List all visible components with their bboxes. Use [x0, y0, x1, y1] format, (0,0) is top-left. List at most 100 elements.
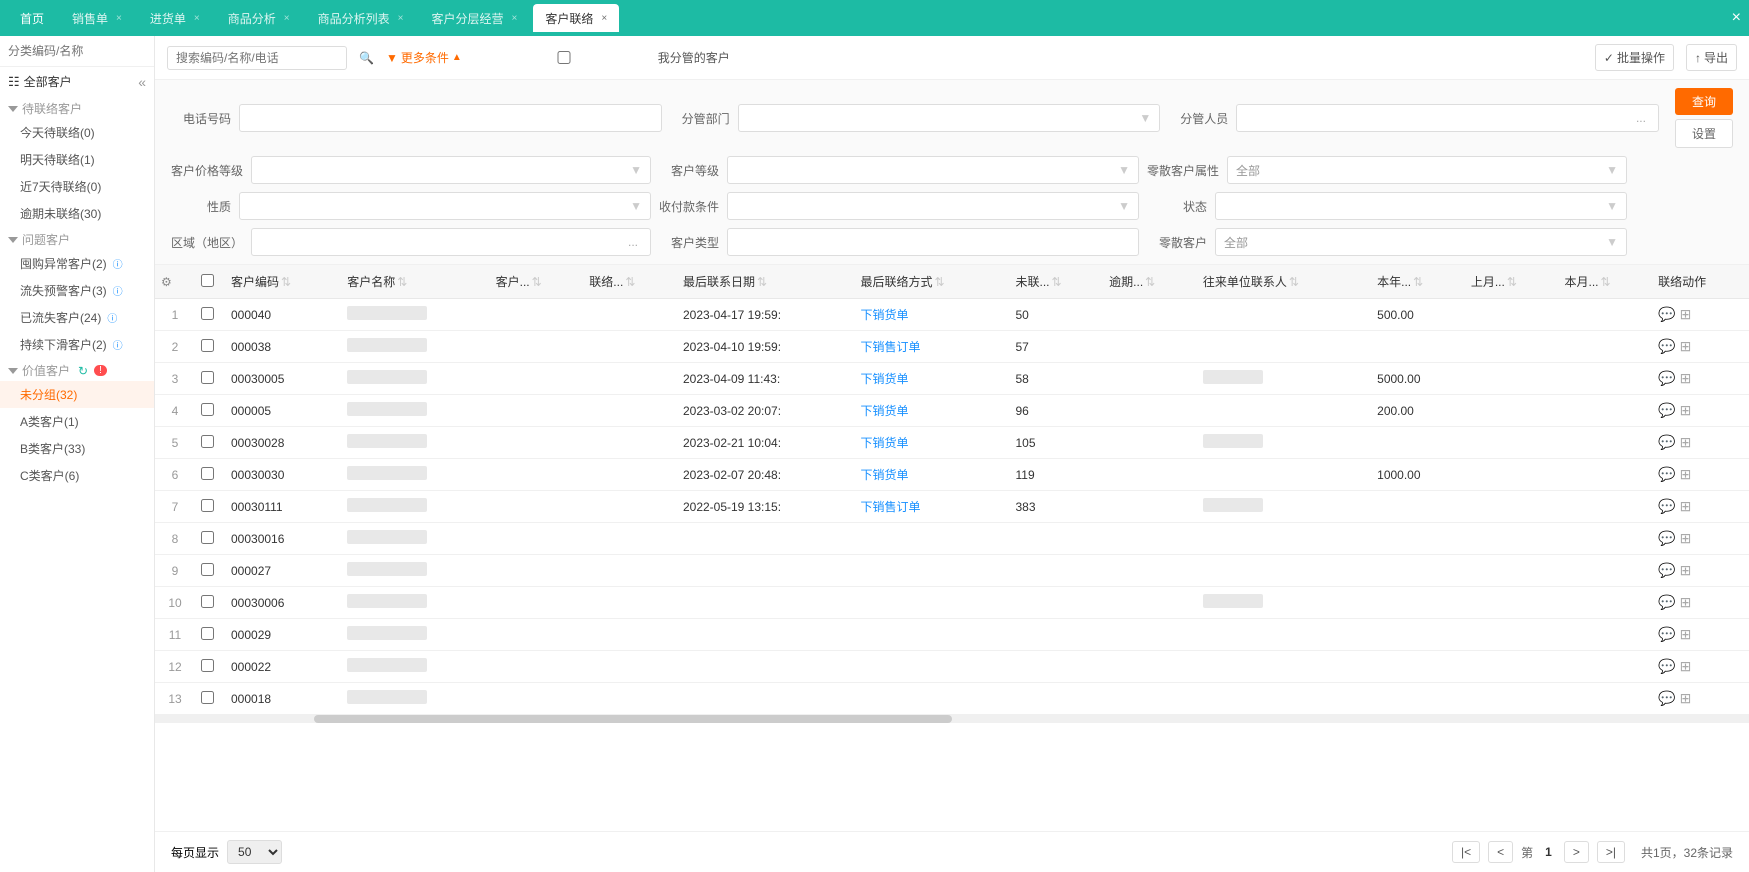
chat-icon[interactable]: 💬	[1658, 498, 1675, 515]
price-level-input[interactable]: ▼	[251, 156, 651, 184]
tab-customer-contact-close[interactable]: ×	[601, 13, 607, 24]
chat-icon[interactable]: 💬	[1658, 402, 1675, 419]
col-type-sort-icon[interactable]: ⇅	[532, 275, 542, 289]
dept-input[interactable]: ▼	[738, 104, 1161, 132]
cell-last-method[interactable]: 下销货单	[855, 395, 1010, 427]
cell-last-method[interactable]	[855, 619, 1010, 651]
tab-purchase[interactable]: 进货单 ×	[138, 4, 212, 32]
cell-last-method[interactable]	[855, 555, 1010, 587]
first-page-button[interactable]: |<	[1452, 841, 1480, 863]
sidebar-group-problem[interactable]: 问题客户	[0, 227, 154, 250]
scatter-attr-input[interactable]: 全部 ▼	[1227, 156, 1627, 184]
region-input[interactable]: ...	[251, 228, 651, 256]
sidebar-item-tomorrow-pending[interactable]: 明天待联络(1)	[0, 146, 154, 173]
sidebar-item-churned[interactable]: 已流失客户(24) ⓘ	[0, 304, 154, 331]
manager-ellipsis-btn[interactable]: ...	[1632, 111, 1650, 125]
col-not-contacted-sort-icon[interactable]: ⇅	[1052, 275, 1062, 289]
tab-customer-tier-close[interactable]: ×	[511, 13, 517, 24]
nature-input[interactable]: ▼	[239, 192, 651, 220]
sidebar-item-overdue-pending[interactable]: 逾期未联络(30)	[0, 200, 154, 227]
prev-page-button[interactable]: <	[1488, 841, 1513, 863]
sidebar-item-a-class[interactable]: A类客户(1)	[0, 408, 154, 435]
my-customers-checkbox[interactable]: 我分管的客户	[474, 49, 730, 66]
table-settings-icon[interactable]: ⚙	[161, 275, 172, 289]
chat-icon[interactable]: 💬	[1658, 530, 1675, 547]
customer-level-input[interactable]: ▼	[727, 156, 1139, 184]
row-checkbox[interactable]	[201, 467, 214, 480]
grid-action-icon[interactable]: ⊞	[1680, 626, 1692, 643]
row-checkbox[interactable]	[201, 339, 214, 352]
grid-action-icon[interactable]: ⊞	[1680, 434, 1692, 451]
tab-sales-close[interactable]: ×	[116, 13, 122, 24]
col-code-sort-icon[interactable]: ⇅	[281, 275, 291, 289]
grid-action-icon[interactable]: ⊞	[1680, 530, 1692, 547]
sidebar-group-pending[interactable]: 待联络客户	[0, 96, 154, 119]
cell-last-method[interactable]	[855, 523, 1010, 555]
sidebar-group-value[interactable]: 价值客户 ↻ !	[0, 358, 154, 381]
grid-action-icon[interactable]: ⊞	[1680, 690, 1692, 707]
tab-analysis-list-close[interactable]: ×	[398, 13, 404, 24]
tab-purchase-close[interactable]: ×	[194, 13, 200, 24]
sidebar-item-today-pending[interactable]: 今天待联络(0)	[0, 119, 154, 146]
tab-sales[interactable]: 销售单 ×	[60, 4, 134, 32]
chat-icon[interactable]: 💬	[1658, 466, 1675, 483]
grid-action-icon[interactable]: ⊞	[1680, 562, 1692, 579]
tab-customer-contact[interactable]: 客户联络 ×	[533, 4, 619, 32]
grid-action-icon[interactable]: ⊞	[1680, 370, 1692, 387]
col-name-sort-icon[interactable]: ⇅	[397, 275, 407, 289]
next-page-button[interactable]: >	[1564, 841, 1589, 863]
select-all-checkbox[interactable]	[201, 274, 214, 287]
col-this-month-sort-icon[interactable]: ⇅	[1601, 275, 1611, 289]
grid-action-icon[interactable]: ⊞	[1680, 338, 1692, 355]
chat-icon[interactable]: 💬	[1658, 338, 1675, 355]
more-conditions-button[interactable]: ▼ 更多条件 ▲	[386, 49, 462, 66]
col-contact-sort-icon[interactable]: ⇅	[625, 275, 635, 289]
row-checkbox[interactable]	[201, 307, 214, 320]
sidebar-item-abnormal[interactable]: 囤购异常客户(2) ⓘ	[0, 250, 154, 277]
cell-last-method[interactable]	[855, 587, 1010, 619]
sidebar-item-declining[interactable]: 持续下滑客户(2) ⓘ	[0, 331, 154, 358]
window-close-button[interactable]: ×	[1732, 9, 1741, 27]
scatter-customer-input[interactable]: 全部 ▼	[1215, 228, 1627, 256]
tab-analysis-list[interactable]: 商品分析列表 ×	[306, 4, 416, 32]
payment-input[interactable]: ▼	[727, 192, 1139, 220]
row-checkbox[interactable]	[201, 371, 214, 384]
col-last-date-sort-icon[interactable]: ⇅	[757, 275, 767, 289]
tab-analysis-close[interactable]: ×	[284, 13, 290, 24]
col-this-year-sort-icon[interactable]: ⇅	[1413, 275, 1423, 289]
value-refresh-icon[interactable]: ↻	[78, 364, 88, 378]
chat-icon[interactable]: 💬	[1658, 370, 1675, 387]
row-checkbox[interactable]	[201, 435, 214, 448]
manager-input[interactable]: ...	[1236, 104, 1659, 132]
cell-last-method[interactable]: 下销货单	[855, 459, 1010, 491]
cell-last-method[interactable]: 下销售订单	[855, 491, 1010, 523]
cell-last-method[interactable]: 下销售订单	[855, 331, 1010, 363]
chat-icon[interactable]: 💬	[1658, 626, 1675, 643]
reset-button[interactable]: 设置	[1675, 119, 1733, 148]
export-button[interactable]: ↑ 导出	[1686, 44, 1737, 71]
page-size-select[interactable]: 50 100	[227, 840, 282, 864]
grid-action-icon[interactable]: ⊞	[1680, 306, 1692, 323]
sidebar-search-input[interactable]	[8, 44, 155, 58]
row-checkbox[interactable]	[201, 499, 214, 512]
scrollbar-thumb[interactable]	[314, 715, 952, 723]
row-checkbox[interactable]	[201, 595, 214, 608]
grid-action-icon[interactable]: ⊞	[1680, 466, 1692, 483]
customer-type-input[interactable]	[727, 228, 1139, 256]
tab-home[interactable]: 首页	[8, 4, 56, 32]
sidebar-item-b-class[interactable]: B类客户(33)	[0, 435, 154, 462]
chat-icon[interactable]: 💬	[1658, 594, 1675, 611]
batch-operation-button[interactable]: ✓ 批量操作	[1595, 44, 1674, 71]
sidebar-section-all-customers[interactable]: ☷ 全部客户 «	[0, 67, 154, 96]
col-last-method-sort-icon[interactable]: ⇅	[935, 275, 945, 289]
col-overdue-sort-icon[interactable]: ⇅	[1145, 275, 1155, 289]
cell-last-method[interactable]: 下销货单	[855, 427, 1010, 459]
grid-action-icon[interactable]: ⊞	[1680, 594, 1692, 611]
row-checkbox[interactable]	[201, 403, 214, 416]
phone-input[interactable]	[239, 104, 662, 132]
status-input[interactable]: ▼	[1215, 192, 1627, 220]
chat-icon[interactable]: 💬	[1658, 434, 1675, 451]
row-checkbox[interactable]	[201, 691, 214, 704]
sidebar-collapse-btn[interactable]: «	[138, 74, 146, 90]
cell-last-method[interactable]	[855, 651, 1010, 683]
